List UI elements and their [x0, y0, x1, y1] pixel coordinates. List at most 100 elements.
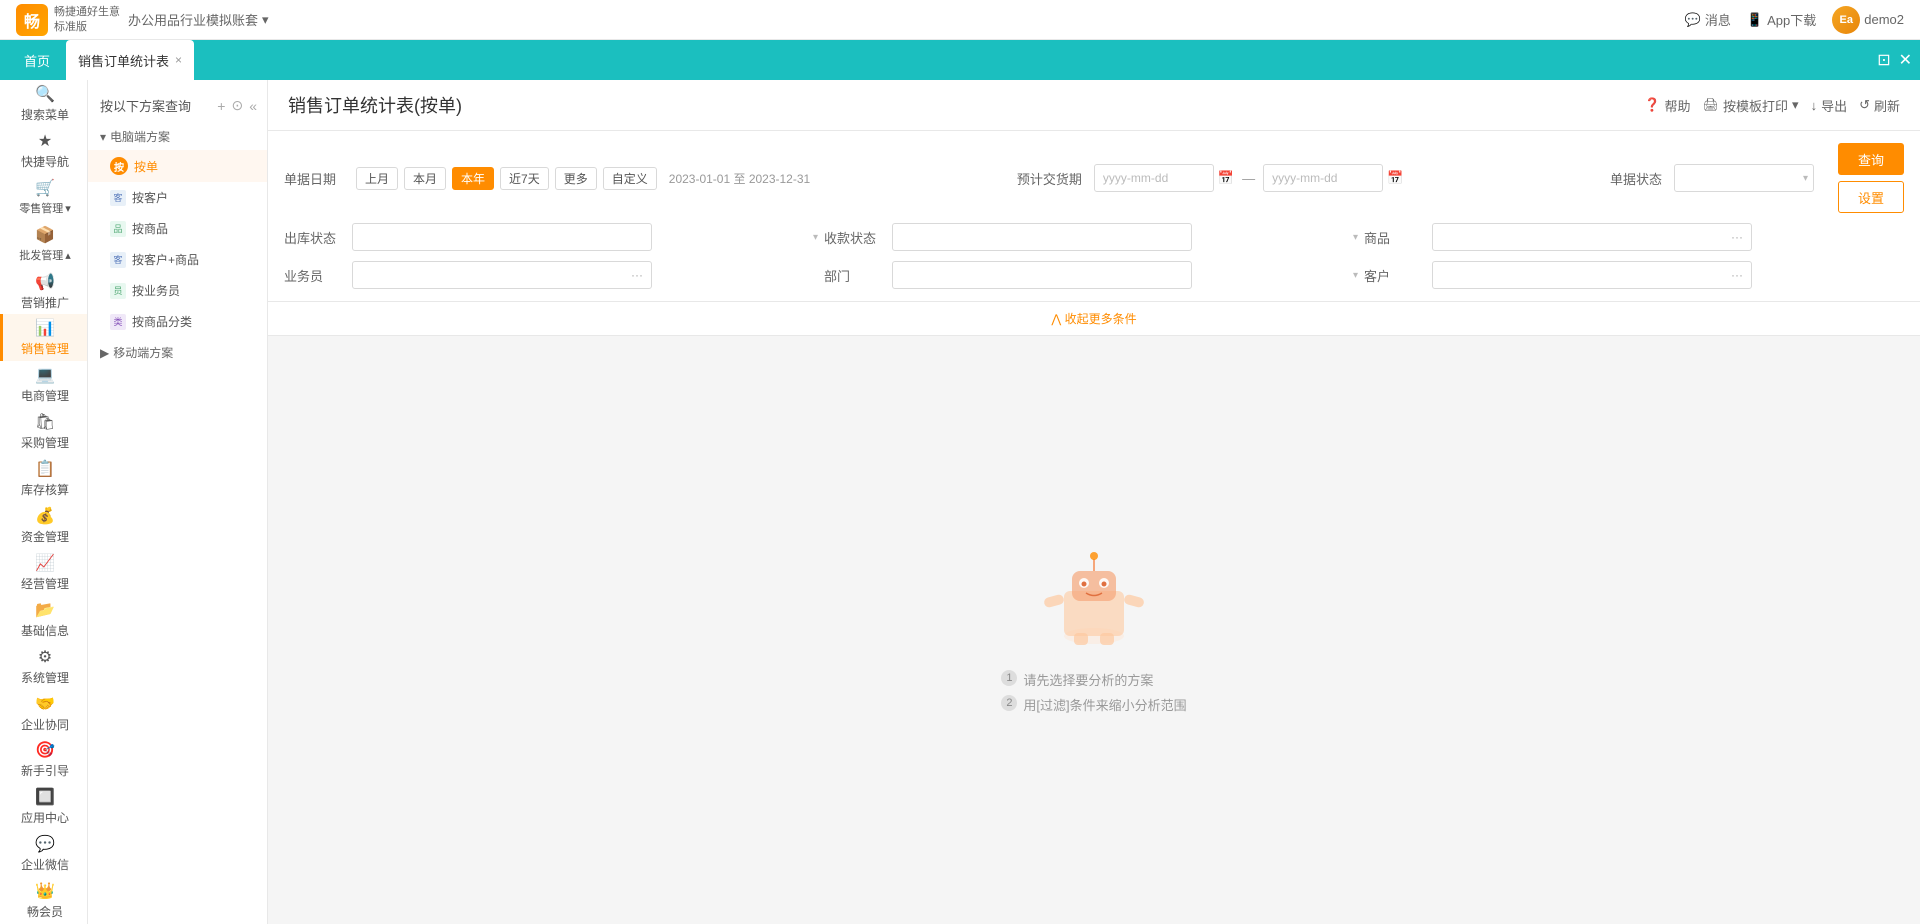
shipment-select[interactable]: [352, 223, 652, 251]
mobile-expand-icon: ▶: [100, 346, 109, 360]
empty-text-list: 1 请先选择要分析的方案 2 用[过滤]条件来缩小分析范围: [1001, 670, 1186, 720]
print-dropdown-icon: ▾: [1792, 97, 1799, 113]
refresh-button[interactable]: ↺ 刷新: [1859, 96, 1900, 115]
sidebar-item-system[interactable]: ⚙ 系统管理: [0, 643, 87, 690]
sidebar-item-wholesale[interactable]: 📦 批发管理 ▴: [0, 221, 87, 268]
left-panel-header: 按以下方案查询 + ⊙ «: [88, 90, 267, 123]
newuser-icon: 🎯: [35, 740, 55, 760]
solution-by-order[interactable]: 按 按单: [88, 150, 267, 182]
search-menu-icon: 🔍: [35, 84, 55, 104]
print-icon: 🖨: [1703, 97, 1720, 113]
shipment-label: 出库状态: [284, 228, 344, 247]
status-select[interactable]: [1674, 164, 1814, 192]
message-button[interactable]: 💬 消息: [1685, 10, 1731, 29]
department-arrow-icon: ▾: [1353, 270, 1358, 281]
app-download-button[interactable]: 📱 App下载: [1747, 10, 1816, 29]
solution-by-customer[interactable]: 客 按客户: [88, 182, 267, 213]
sidebar-item-finance[interactable]: 💰 资金管理: [0, 502, 87, 549]
filter-row-1: 单据日期 上月 本月 本年 近7天 更多 自定义 2023-01-01 至 20…: [284, 143, 1904, 213]
template-print-button[interactable]: 🖨 按模板打印 ▾: [1703, 96, 1799, 115]
department-col: 部门 ▾: [824, 261, 1364, 289]
sidebar-item-ecommerce[interactable]: 💻 电商管理: [0, 361, 87, 408]
tab-bar: 首页 销售订单统计表 × ⊡ ✕: [0, 40, 1920, 80]
enterprise-icon: 🤝: [35, 694, 55, 714]
message-icon: 💬: [1685, 12, 1701, 28]
desktop-group-title[interactable]: ▾ 电脑端方案: [88, 123, 267, 150]
settings-button[interactable]: 设置: [1838, 181, 1904, 213]
date-last-7days[interactable]: 近7天: [500, 167, 549, 190]
solution-by-goods[interactable]: 品 按商品: [88, 213, 267, 244]
sidebar-item-quick-nav[interactable]: ★ 快捷导航: [0, 127, 87, 174]
date-this-month[interactable]: 本月: [404, 167, 446, 190]
payment-select[interactable]: [892, 223, 1192, 251]
solution-by-goods-category[interactable]: 类 按商品分类: [88, 306, 267, 337]
calendar-icon-1[interactable]: 📅: [1218, 170, 1234, 186]
date-custom[interactable]: 自定义: [603, 167, 657, 190]
by-order-icon: 按: [110, 157, 128, 175]
calendar-icon-2[interactable]: 📅: [1387, 170, 1403, 186]
tab-restore-button[interactable]: ⊡: [1877, 50, 1890, 70]
user-area[interactable]: Ea demo2: [1832, 6, 1904, 34]
member-icon: 👑: [35, 881, 55, 901]
customer-more-icon: ···: [1731, 268, 1743, 282]
refresh-icon: ↺: [1859, 97, 1870, 113]
solution-by-salesperson[interactable]: 员 按业务员: [88, 275, 267, 306]
breadcrumb-dropdown-icon[interactable]: ▾: [262, 12, 269, 28]
marketing-icon: 📢: [35, 272, 55, 292]
sidebar-item-wechat[interactable]: 💬 企业微信: [0, 830, 87, 877]
expected-date-label: 预计交货期: [1017, 169, 1082, 188]
add-solution-button[interactable]: +: [217, 98, 225, 114]
customer-label: 客户: [1364, 266, 1424, 285]
salesperson-field[interactable]: ···: [352, 261, 652, 289]
operations-icon: 📈: [35, 553, 55, 573]
expected-date-from[interactable]: [1094, 164, 1214, 192]
left-panel-header-actions: + ⊙ «: [217, 97, 257, 114]
tab-home[interactable]: 首页: [8, 40, 66, 80]
sidebar-item-retail[interactable]: 🛒 零售管理 ▾: [0, 174, 87, 221]
shipment-select-wrapper: ▾: [352, 223, 824, 251]
sidebar-item-sales[interactable]: 📊 销售管理: [0, 314, 87, 361]
collapse-panel-button[interactable]: «: [249, 98, 257, 114]
customer-field[interactable]: ···: [1432, 261, 1752, 289]
help-icon: ❓: [1644, 97, 1660, 113]
sidebar-item-marketing[interactable]: 📢 营销推广: [0, 268, 87, 315]
sidebar-item-enterprise[interactable]: 🤝 企业协同: [0, 690, 87, 737]
tab-close-icon[interactable]: ×: [175, 53, 182, 67]
purchase-icon: 🛍: [35, 412, 55, 432]
collapse-bar[interactable]: ⋀ 收起更多条件: [268, 302, 1920, 336]
sidebar-item-newuser[interactable]: 🎯 新手引导: [0, 736, 87, 783]
by-customer-goods-icon: 客: [110, 252, 126, 268]
date-this-year[interactable]: 本年: [452, 167, 494, 190]
solution-by-customer-goods[interactable]: 客 按客户+商品: [88, 244, 267, 275]
filter-section: 单据日期 上月 本月 本年 近7天 更多 自定义 2023-01-01 至 20…: [268, 131, 1920, 302]
empty-hint-1: 1 请先选择要分析的方案: [1001, 670, 1186, 689]
sidebar-item-basic[interactable]: 📂 基础信息: [0, 596, 87, 643]
sidebar: 🔍 搜索菜单 ★ 快捷导航 🛒 零售管理 ▾ 📦 批发管理 ▴ 📢 营销推广: [0, 80, 88, 924]
logo-icon: 畅: [16, 4, 48, 36]
sidebar-item-member[interactable]: 👑 畅会员: [0, 877, 87, 924]
sidebar-item-operations[interactable]: 📈 经营管理: [0, 549, 87, 596]
empty-state: 1 请先选择要分析的方案 2 用[过滤]条件来缩小分析范围: [268, 336, 1920, 924]
sidebar-item-search-menu[interactable]: 🔍 搜索菜单: [0, 80, 87, 127]
app-icon: 📱: [1747, 12, 1763, 28]
tab-close-window-button[interactable]: ✕: [1899, 50, 1912, 70]
date-more[interactable]: 更多: [555, 167, 597, 190]
tab-bar-right: ⊡ ✕: [1877, 50, 1920, 70]
sidebar-item-appstore[interactable]: 🔲 应用中心: [0, 783, 87, 830]
settings-solution-button[interactable]: ⊙: [231, 97, 243, 114]
top-bar-left: 畅 畅捷通好生意 标准版 办公用品行业模拟账套 ▾: [16, 4, 269, 36]
export-icon: ↓: [1811, 98, 1818, 113]
query-button[interactable]: 查询: [1838, 143, 1904, 175]
tab-sales-stats[interactable]: 销售订单统计表 ×: [66, 40, 194, 80]
date-last-month[interactable]: 上月: [356, 167, 398, 190]
goods-field[interactable]: ···: [1432, 223, 1752, 251]
department-select[interactable]: [892, 261, 1192, 289]
sidebar-item-purchase[interactable]: 🛍 采购管理: [0, 408, 87, 455]
help-button[interactable]: ❓ 帮助: [1644, 96, 1690, 115]
export-button[interactable]: ↓ 导出: [1811, 96, 1848, 115]
date-options: 上月 本月 本年 近7天 更多 自定义: [356, 167, 657, 190]
expected-date-to[interactable]: [1263, 164, 1383, 192]
mobile-group-title[interactable]: ▶ 移动端方案: [88, 339, 267, 366]
sidebar-item-inventory[interactable]: 📋 库存核算: [0, 455, 87, 502]
logo-area: 畅 畅捷通好生意 标准版: [16, 4, 120, 36]
